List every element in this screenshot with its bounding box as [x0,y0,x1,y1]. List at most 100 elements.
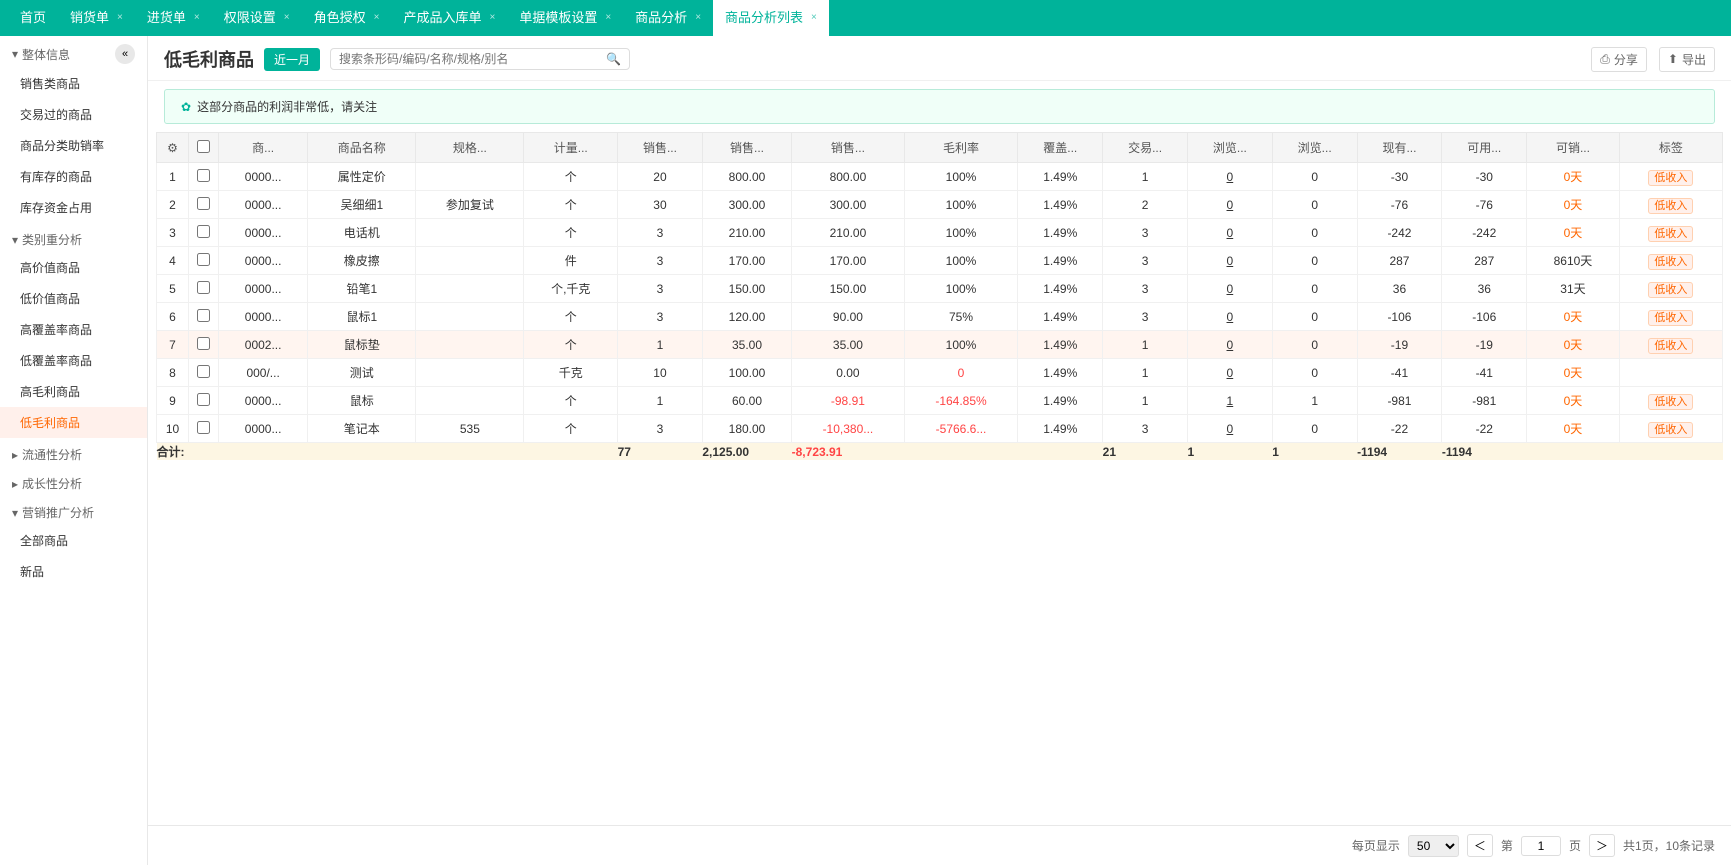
nav-item-roles[interactable]: 角色授权 × [302,0,392,36]
sidebar-item-low-margin[interactable]: 低毛利商品 [0,407,147,438]
row-checkbox[interactable] [189,275,219,303]
row-checkbox[interactable] [189,331,219,359]
row-select-checkbox[interactable] [197,281,210,294]
row-current: -106 [1357,303,1442,331]
row-sales-price: 120.00 [702,303,791,331]
sidebar-item-low-value[interactable]: 低价值商品 [0,283,147,314]
search-input[interactable] [339,52,606,66]
sidebar-item-high-coverage[interactable]: 高覆盖率商品 [0,314,147,345]
arrow-right-icon: ▸ [12,448,18,462]
row-checkbox[interactable] [189,219,219,247]
sidebar-group-overall[interactable]: ▾ 整体信息 « [0,36,147,68]
close-icon[interactable]: × [117,0,123,36]
nav-item-product-entry[interactable]: 产成品入库单 × [391,0,507,36]
search-icon[interactable]: 🔍 [606,52,621,66]
close-icon[interactable]: × [374,0,380,36]
row-select-checkbox[interactable] [197,253,210,266]
row-sales-qty: 3 [618,303,703,331]
share-icon: ⎙ [1600,52,1610,67]
row-browse1[interactable]: 1 [1187,387,1272,415]
table-row: 7 0002... 鼠标垫 个 1 35.00 35.00 100% 1.49%… [157,331,1723,359]
sidebar-group-growth[interactable]: ▸ 成长性分析 [0,467,147,496]
row-checkbox[interactable] [189,191,219,219]
row-browse1[interactable]: 0 [1187,219,1272,247]
row-name: 橡皮擦 [308,247,416,275]
row-checkbox[interactable] [189,359,219,387]
nav-item-sales[interactable]: 销货单 × [58,0,135,36]
row-checkbox[interactable] [189,247,219,275]
sidebar-item-high-value[interactable]: 高价值商品 [0,252,147,283]
row-browse1[interactable]: 0 [1187,415,1272,443]
sidebar-group-liquidity[interactable]: ▸ 流通性分析 [0,438,147,467]
row-checkbox[interactable] [189,163,219,191]
page-input[interactable] [1521,836,1561,856]
nav-item-permissions[interactable]: 权限设置 × [212,0,302,36]
nav-item-purchase[interactable]: 进货单 × [135,0,212,36]
sidebar-item-category-rate[interactable]: 商品分类助销率 [0,130,147,161]
close-icon[interactable]: × [284,0,290,36]
per-page-select[interactable]: 50 100 200 [1408,835,1459,857]
date-filter-button[interactable]: 近一月 [264,48,320,71]
column-settings[interactable]: ⚙ [157,133,189,163]
row-browse1[interactable]: 0 [1187,331,1272,359]
nav-item-home[interactable]: 首页 [8,0,58,36]
sidebar-group-category[interactable]: ▾ 类别重分析 [0,223,147,252]
sidebar-item-low-coverage[interactable]: 低覆盖率商品 [0,345,147,376]
sidebar-item-sales-products[interactable]: 销售类商品 [0,68,147,99]
row-transaction: 2 [1103,191,1188,219]
row-browse1[interactable]: 0 [1187,163,1272,191]
sidebar-item-high-margin[interactable]: 高毛利商品 [0,376,147,407]
prev-page-button[interactable]: ＜ [1467,834,1493,857]
collapse-button[interactable]: « [115,44,135,64]
row-select-checkbox[interactable] [197,393,210,406]
row-browse1[interactable]: 0 [1187,191,1272,219]
row-browse1[interactable]: 0 [1187,247,1272,275]
nav-item-product-analysis[interactable]: 商品分析 × [623,0,713,36]
row-select-checkbox[interactable] [197,309,210,322]
row-checkbox[interactable] [189,387,219,415]
row-select-checkbox[interactable] [197,225,210,238]
summary-transaction: 21 [1103,443,1188,461]
select-all-checkbox[interactable] [197,140,210,153]
row-sales-profit: 800.00 [792,163,905,191]
row-select-checkbox[interactable] [197,337,210,350]
sidebar-item-all-products[interactable]: 全部商品 [0,525,147,556]
nav-item-template[interactable]: 单据模板设置 × [507,0,623,36]
sidebar-item-new-products[interactable]: 新品 [0,556,147,587]
close-icon[interactable]: × [605,0,611,36]
close-icon[interactable]: × [194,0,200,36]
sidebar-item-in-stock[interactable]: 有库存的商品 [0,161,147,192]
row-current: 287 [1357,247,1442,275]
share-button[interactable]: ⎙ 分享 [1591,47,1647,72]
close-icon[interactable]: × [695,0,701,36]
row-sales-profit: -98.91 [792,387,905,415]
row-select-checkbox[interactable] [197,365,210,378]
sidebar-item-traded[interactable]: 交易过的商品 [0,99,147,130]
row-browse1[interactable]: 0 [1187,303,1272,331]
sidebar-item-capital[interactable]: 库存资金占用 [0,192,147,223]
total-page-label: 页 [1569,837,1581,854]
row-browse1[interactable]: 0 [1187,359,1272,387]
tag-badge: 低收入 [1648,338,1693,354]
nav-item-analysis-list[interactable]: 商品分析列表 × [713,0,829,36]
row-sales-profit: 0.00 [792,359,905,387]
row-browse1[interactable]: 0 [1187,275,1272,303]
row-gross-rate: 0 [904,359,1018,387]
tag-badge: 低收入 [1648,198,1693,214]
row-available: -30 [1442,163,1527,191]
row-unit: 个 [524,303,618,331]
export-button[interactable]: ⬆ 导出 [1659,47,1715,72]
sidebar-group-marketing[interactable]: ▾ 营销推广分析 [0,496,147,525]
row-select-checkbox[interactable] [197,421,210,434]
table-container[interactable]: ⚙ 商... 商品名称 规格... 计量... 销售... 销售... 销售..… [148,132,1731,825]
close-icon[interactable]: × [489,0,495,36]
pagination-bar: 每页显示 50 100 200 ＜ 第 页 ＞ 共1页，10条记录 [148,825,1731,865]
row-checkbox[interactable] [189,303,219,331]
row-select-checkbox[interactable] [197,197,210,210]
next-page-button[interactable]: ＞ [1589,834,1615,857]
row-checkbox[interactable] [189,415,219,443]
row-unit: 个 [524,191,618,219]
row-select-checkbox[interactable] [197,169,210,182]
column-checkbox[interactable] [189,133,219,163]
close-icon[interactable]: × [811,0,817,36]
